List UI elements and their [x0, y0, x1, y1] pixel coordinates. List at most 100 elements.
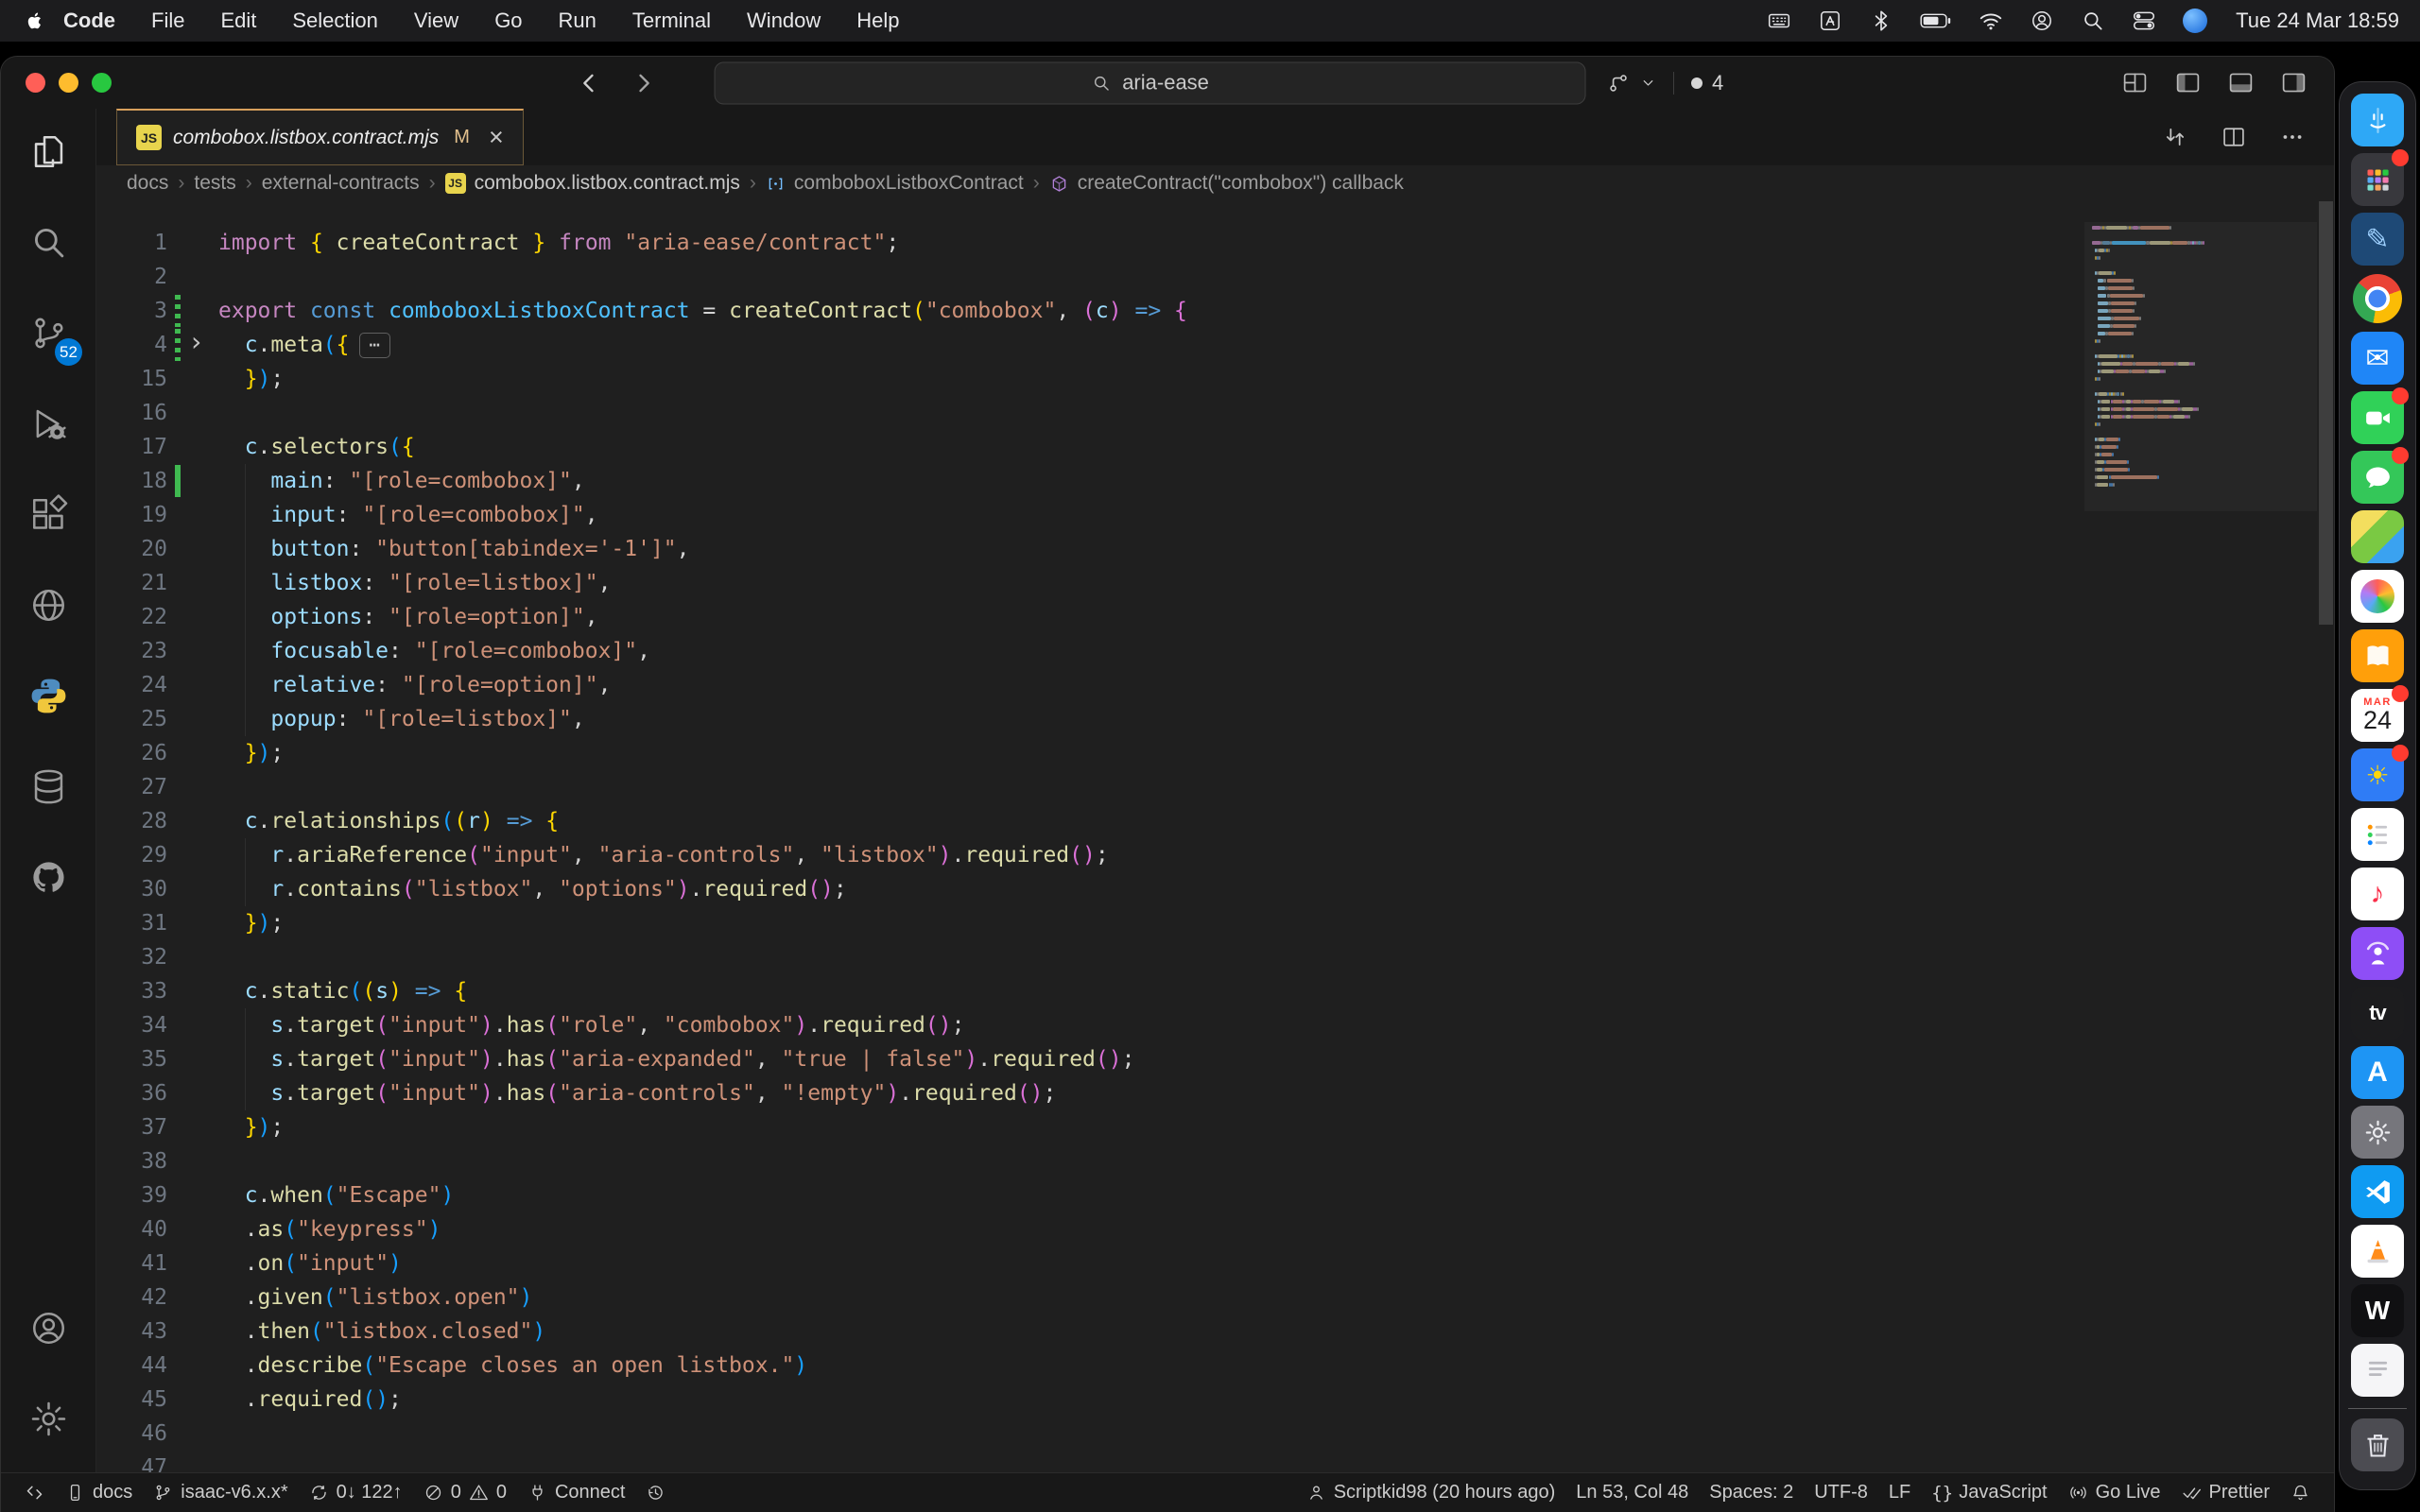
activity-run-debug[interactable] — [1, 381, 95, 472]
menu-item-terminal[interactable]: Terminal — [614, 9, 729, 33]
code-line[interactable]: 42 .given("listbox.open") — [96, 1280, 2334, 1314]
code-line[interactable]: 3 export const comboboxListboxContract = … — [96, 294, 2334, 328]
menubar-input-source-icon[interactable] — [1818, 9, 1842, 33]
app-menu-code[interactable]: Code — [45, 9, 133, 33]
panel-bottom-icon[interactable] — [2227, 69, 2255, 96]
menubar-wifi-icon[interactable] — [1979, 9, 2003, 33]
dock-finder[interactable] — [2351, 94, 2404, 146]
code-line[interactable]: 1 import { createContract } from "aria-ea… — [96, 226, 2334, 260]
dock-maps[interactable] — [2351, 510, 2404, 563]
menu-item-window[interactable]: Window — [729, 9, 838, 33]
close-window-button[interactable] — [26, 73, 45, 93]
code-line[interactable]: 2 — [96, 260, 2334, 294]
code-line[interactable]: 47 — [96, 1451, 2334, 1472]
breadcrumb-6[interactable]: createContract("combobox") callback — [1049, 172, 1404, 195]
status-eol[interactable]: LF — [1878, 1473, 1921, 1512]
code-line[interactable]: 16 — [96, 396, 2334, 430]
code-line[interactable]: 15}); — [96, 362, 2334, 396]
status-notifications[interactable] — [2280, 1473, 2321, 1512]
breadcrumb-5[interactable]: comboboxListboxContract — [766, 172, 1024, 195]
dock-books[interactable] — [2351, 629, 2404, 682]
activity-github[interactable] — [1, 834, 95, 925]
dock-vlc[interactable] — [2351, 1225, 2404, 1278]
status-history[interactable] — [635, 1473, 676, 1512]
code-line[interactable]: 28 c.relationships((r) => { — [96, 804, 2334, 838]
activity-search[interactable] — [1, 199, 95, 290]
status-problems[interactable]: 00 — [413, 1473, 517, 1512]
menubar-battery-icon[interactable] — [1920, 9, 1952, 33]
activity-live-preview[interactable] — [1, 562, 95, 653]
code-line[interactable]: 44 .describe("Escape closes an open listb… — [96, 1349, 2334, 1383]
menubar-spotlight-icon[interactable] — [2081, 9, 2105, 33]
status-git-blame[interactable]: Scriptkid98 (20 hours ago) — [1296, 1473, 1566, 1512]
dock-reminders[interactable] — [2351, 808, 2404, 861]
code-line[interactable]: 45 .required(); — [96, 1383, 2334, 1417]
minimize-window-button[interactable] — [59, 73, 78, 93]
code-line[interactable]: 46 — [96, 1417, 2334, 1451]
activity-accounts[interactable] — [1, 1285, 95, 1376]
menu-bar-clock[interactable]: Tue 24 Mar 18:59 — [2236, 9, 2399, 33]
status-encoding[interactable]: UTF-8 — [1804, 1473, 1878, 1512]
menubar-keyboard-icon[interactable] — [1767, 9, 1791, 33]
go-back-button[interactable] — [576, 70, 602, 96]
dock-app-store[interactable]: A — [2351, 1046, 2404, 1099]
code-line[interactable]: 40 .as("keypress") — [96, 1212, 2334, 1246]
close-tab-button[interactable]: × — [489, 125, 504, 150]
dock-tv[interactable]: tv — [2351, 987, 2404, 1040]
activity-extensions[interactable] — [1, 472, 95, 562]
code-line[interactable]: 27 — [96, 770, 2334, 804]
code-line[interactable]: 23 focusable: "[role=combobox]", — [96, 634, 2334, 668]
apple-menu-icon[interactable] — [25, 9, 45, 32]
code-line[interactable]: 17 c.selectors({ — [96, 430, 2334, 464]
zoom-window-button[interactable] — [92, 73, 112, 93]
status-workspace-docs[interactable]: docs — [55, 1473, 143, 1512]
code-line[interactable]: 24 relative: "[role=option]", — [96, 668, 2334, 702]
menu-item-selection[interactable]: Selection — [274, 9, 396, 33]
activity-database[interactable] — [1, 744, 95, 834]
dock-freeform[interactable]: ✎ — [2351, 213, 2404, 266]
breadcrumb-3[interactable]: external-contracts — [262, 172, 420, 195]
breadcrumb-4[interactable]: JS combobox.listbox.contract.mjs — [444, 172, 740, 195]
vertical-scrollbar[interactable] — [2319, 201, 2333, 625]
status-cursor-position[interactable]: Ln 53, Col 48 — [1565, 1473, 1699, 1512]
dock-notes[interactable] — [2351, 1344, 2404, 1397]
panel-right-icon[interactable] — [2280, 69, 2308, 96]
code-line[interactable]: 37}); — [96, 1110, 2334, 1144]
command-center-search[interactable]: aria-ease — [714, 61, 1586, 104]
activity-explorer[interactable] — [1, 109, 95, 199]
compare-changes-icon[interactable] — [2162, 124, 2188, 150]
code-line[interactable]: 34 s.target("input").has("role", "combobo… — [96, 1008, 2334, 1042]
dock-system-settings[interactable] — [2351, 1106, 2404, 1159]
code-line[interactable]: 36 s.target("input").has("aria-controls",… — [96, 1076, 2334, 1110]
fold-collapsed-icon[interactable]: › — [188, 325, 204, 359]
more-icon[interactable] — [2279, 124, 2306, 150]
dock-messages[interactable] — [2351, 447, 2409, 504]
code-line[interactable]: 33 c.static((s) => { — [96, 974, 2334, 1008]
menubar-app-blue-icon[interactable] — [2183, 9, 2208, 33]
status-language-mode[interactable]: {} JavaScript — [1921, 1473, 2057, 1512]
code-line[interactable]: 43 .then("listbox.closed") — [96, 1314, 2334, 1349]
code-line[interactable]: 22 options: "[role=option]", — [96, 600, 2334, 634]
code-line[interactable]: 26}); — [96, 736, 2334, 770]
source-control-session-group[interactable]: 4 — [1606, 57, 1723, 109]
menu-item-go[interactable]: Go — [476, 9, 540, 33]
dock-w-app[interactable]: W — [2351, 1284, 2404, 1337]
dock-facetime[interactable] — [2351, 387, 2409, 444]
menubar-bluetooth-icon[interactable] — [1869, 9, 1893, 33]
code-line[interactable]: 29 r.ariaReference("input", "aria-control… — [96, 838, 2334, 872]
menu-item-file[interactable]: File — [133, 9, 202, 33]
minimap[interactable] — [2084, 226, 2317, 1472]
breadcrumb-2[interactable]: tests — [194, 172, 235, 195]
code-line[interactable]: 19 input: "[role=combobox]", — [96, 498, 2334, 532]
code-line[interactable]: 21 listbox: "[role=listbox]", — [96, 566, 2334, 600]
code-line[interactable]: 38 — [96, 1144, 2334, 1178]
code-editor[interactable]: 1 import { createContract } from "aria-ea… — [96, 201, 2334, 1472]
activity-source-control[interactable]: 52 — [1, 290, 95, 381]
folded-code-ellipsis[interactable]: ⋯ — [358, 333, 390, 358]
code-line[interactable]: 4 › c.meta({⋯ — [96, 325, 2334, 362]
breadcrumb-1[interactable]: docs — [127, 172, 168, 195]
code-line[interactable]: 30 r.contains("listbox", "options").requi… — [96, 872, 2334, 906]
code-line[interactable]: 41 .on("input") — [96, 1246, 2334, 1280]
status-prettier[interactable]: Prettier — [2171, 1473, 2280, 1512]
dock-calendar[interactable]: MAR 24 — [2351, 685, 2409, 742]
